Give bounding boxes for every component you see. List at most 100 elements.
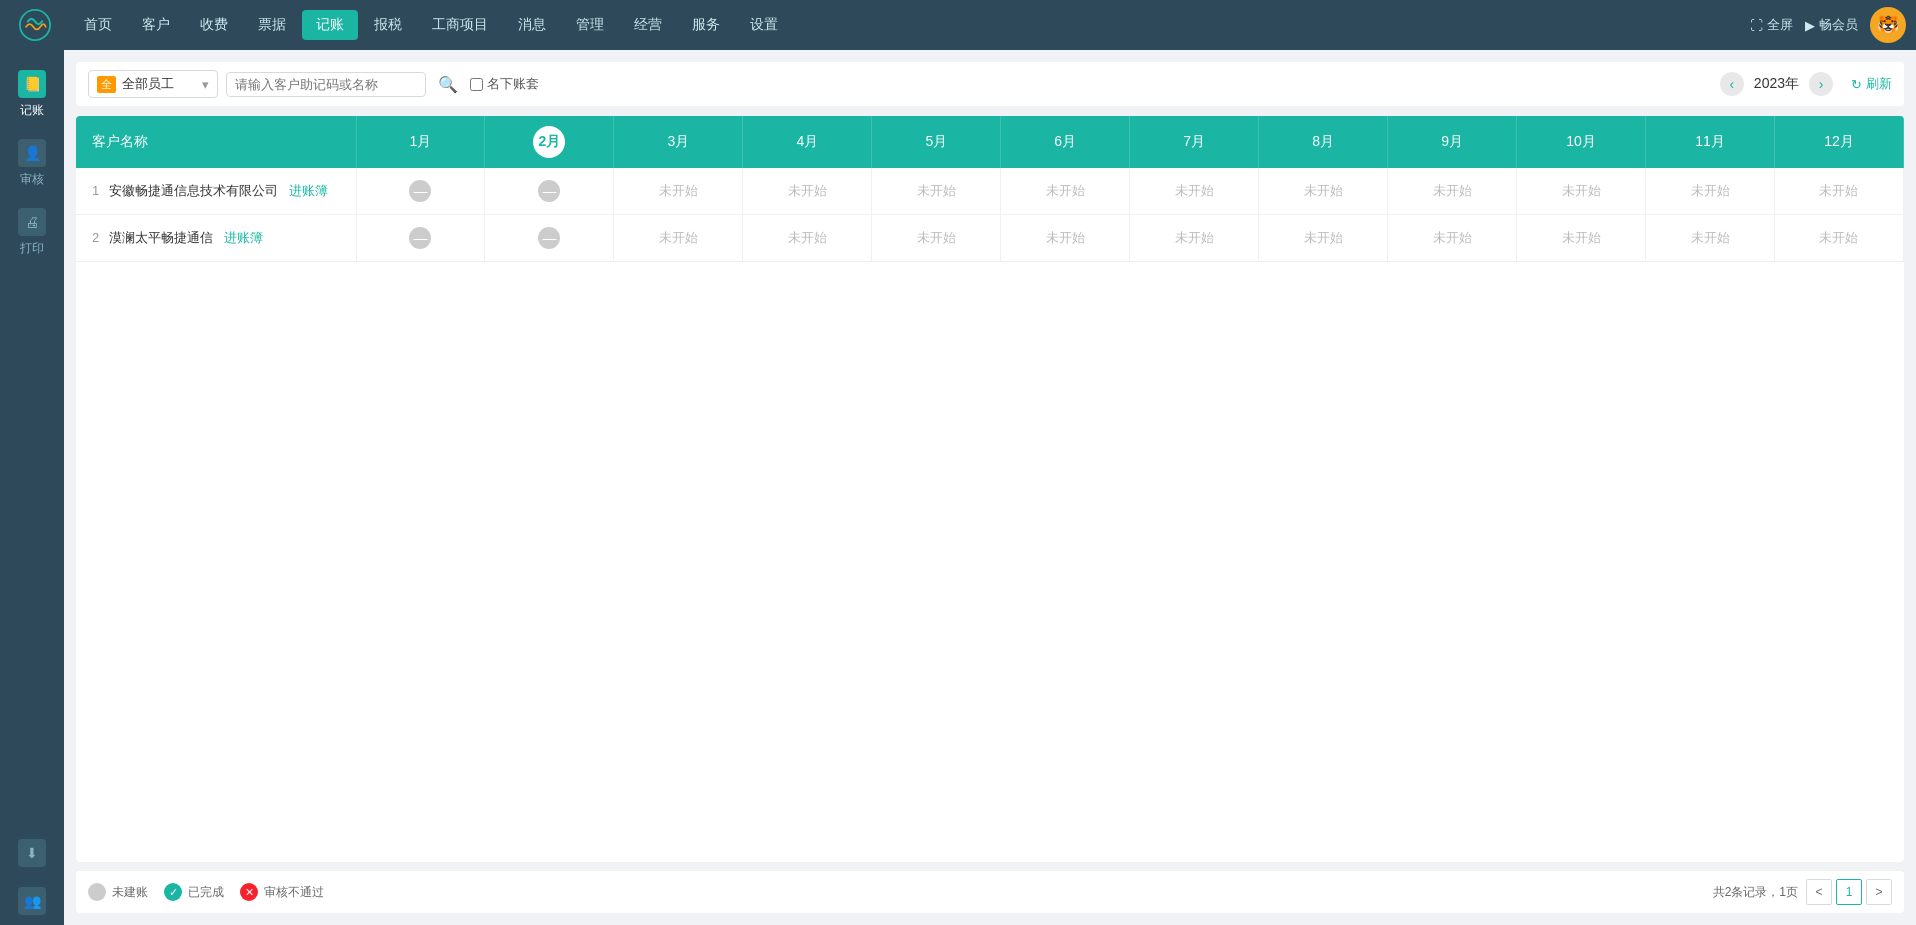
- sidebar-item-audit-label: 审核: [20, 171, 44, 188]
- sidebar: 📒 记账 👤 审核 🖨 打印 ⬇ 👥: [0, 50, 64, 925]
- nav-message[interactable]: 消息: [504, 10, 560, 40]
- nav-settings[interactable]: 设置: [736, 10, 792, 40]
- row2-index: 2: [92, 230, 99, 245]
- row1-nov-status: 未开始: [1691, 183, 1730, 198]
- app-logo: [10, 5, 60, 45]
- row1-aug-status: 未开始: [1304, 183, 1343, 198]
- sidebar-item-audit[interactable]: 👤 审核: [0, 129, 64, 198]
- col-mar: 3月: [614, 116, 743, 168]
- col-jan: 1月: [356, 116, 485, 168]
- employee-select[interactable]: 全 全部员工 ▾: [88, 70, 218, 98]
- sidebar-item-print[interactable]: 🖨 打印: [0, 198, 64, 267]
- row1-jul-status: 未开始: [1175, 183, 1214, 198]
- employee-label: 全部员工: [122, 75, 174, 93]
- sidebar-item-accounting-label: 记账: [20, 102, 44, 119]
- checkbox-label-mine[interactable]: 名下账套: [470, 75, 539, 93]
- nav-tax[interactable]: 报税: [360, 10, 416, 40]
- sidebar-item-download[interactable]: ⬇: [0, 829, 64, 877]
- nav-service[interactable]: 服务: [678, 10, 734, 40]
- row1-name-cell: 1 安徽畅捷通信息技术有限公司 进账簿: [76, 168, 356, 215]
- total-records-text: 共2条记录，1页: [1713, 884, 1798, 901]
- next-year-button[interactable]: ›: [1809, 72, 1833, 96]
- legend-not-built-label: 未建账: [112, 884, 148, 901]
- table-row: 2 漠澜太平畅捷通信 进账簿 未开始 未开始 未开始 未开始 未开始 未开始: [76, 215, 1904, 262]
- sidebar-item-users[interactable]: 👥: [0, 877, 64, 925]
- member-button[interactable]: ▶ 畅会员: [1805, 16, 1858, 34]
- row2-jun-status: 未开始: [1046, 230, 1085, 245]
- search-button[interactable]: 🔍: [434, 71, 462, 98]
- row2-apr-status: 未开始: [788, 230, 827, 245]
- nav-home[interactable]: 首页: [70, 10, 126, 40]
- row2-feb-status: [538, 227, 560, 249]
- row1-index: 1: [92, 183, 99, 198]
- fullscreen-icon: ⛶: [1750, 18, 1763, 33]
- legend-rejected-label: 审核不通过: [264, 884, 324, 901]
- col-jul: 7月: [1130, 116, 1259, 168]
- nav-items: 首页 客户 收费 票据 记账 报税 工商项目 消息 管理 经营 服务 设置: [70, 10, 1750, 40]
- row2-jun: 未开始: [1001, 215, 1130, 262]
- table-header-row: 客户名称 1月 2月 3月 4月 5月 6月 7月 8月 9月: [76, 116, 1904, 168]
- dropdown-arrow-icon: ▾: [202, 77, 209, 92]
- row2-jan: [356, 215, 485, 262]
- row2-mar-status: 未开始: [659, 230, 698, 245]
- row1-may-status: 未开始: [917, 183, 956, 198]
- pagination: < 1 >: [1806, 879, 1892, 905]
- prev-year-button[interactable]: ‹: [1720, 72, 1744, 96]
- table-scroll-area[interactable]: 客户名称 1月 2月 3月 4月 5月 6月 7月 8月 9月: [76, 116, 1904, 262]
- checkbox-text: 名下账套: [487, 75, 539, 93]
- nav-invoice[interactable]: 票据: [244, 10, 300, 40]
- refresh-button[interactable]: ↻ 刷新: [1851, 75, 1892, 93]
- col-sep: 9月: [1388, 116, 1517, 168]
- users-icon: 👥: [18, 887, 46, 915]
- content-area: 全 全部员工 ▾ 🔍 名下账套 ‹ 2023年 › ↻ 刷新: [64, 50, 1916, 925]
- sidebar-bottom: ⬇ 👥: [0, 829, 64, 925]
- row2-aug-status: 未开始: [1304, 230, 1343, 245]
- nav-operation[interactable]: 经营: [620, 10, 676, 40]
- legend-not-built: 未建账: [88, 883, 148, 901]
- col-nov: 11月: [1646, 116, 1775, 168]
- col-feb: 2月: [485, 116, 614, 168]
- row1-jun-status: 未开始: [1046, 183, 1085, 198]
- member-label: 畅会员: [1819, 16, 1858, 34]
- row1-jul: 未开始: [1130, 168, 1259, 215]
- col-apr: 4月: [743, 116, 872, 168]
- current-page-button[interactable]: 1: [1836, 879, 1862, 905]
- nav-business[interactable]: 工商项目: [418, 10, 502, 40]
- mine-checkbox[interactable]: [470, 78, 483, 91]
- employee-tag: 全: [97, 76, 116, 93]
- prev-page-button[interactable]: <: [1806, 879, 1832, 905]
- row1-oct-status: 未开始: [1562, 183, 1601, 198]
- year-navigation: ‹ 2023年 ›: [1720, 72, 1833, 96]
- row2-oct: 未开始: [1517, 215, 1646, 262]
- search-input[interactable]: [226, 72, 426, 97]
- row1-aug: 未开始: [1259, 168, 1388, 215]
- row2-jan-status: [409, 227, 431, 249]
- sidebar-item-accounting[interactable]: 📒 记账: [0, 60, 64, 129]
- row1-enter-link[interactable]: 进账簿: [289, 183, 328, 198]
- nav-right: ⛶ 全屏 ▶ 畅会员 🐯: [1750, 7, 1906, 43]
- nav-customer[interactable]: 客户: [128, 10, 184, 40]
- toolbar: 全 全部员工 ▾ 🔍 名下账套 ‹ 2023年 › ↻ 刷新: [76, 62, 1904, 106]
- row2-nov: 未开始: [1646, 215, 1775, 262]
- refresh-icon: ↻: [1851, 77, 1862, 92]
- nav-manage[interactable]: 管理: [562, 10, 618, 40]
- legend-red-dot: [240, 883, 258, 901]
- row2-enter-link[interactable]: 进账簿: [224, 230, 263, 245]
- legend-completed-label: 已完成: [188, 884, 224, 901]
- next-page-button[interactable]: >: [1866, 879, 1892, 905]
- row1-oct: 未开始: [1517, 168, 1646, 215]
- fullscreen-button[interactable]: ⛶ 全屏: [1750, 16, 1793, 34]
- row2-company-name: 漠澜太平畅捷通信: [109, 230, 213, 245]
- user-avatar[interactable]: 🐯: [1870, 7, 1906, 43]
- nav-fee[interactable]: 收费: [186, 10, 242, 40]
- col-dec: 12月: [1774, 116, 1903, 168]
- year-label: 2023年: [1754, 75, 1799, 93]
- accounting-icon: 📒: [18, 70, 46, 98]
- footer-right: 共2条记录，1页 < 1 >: [1713, 879, 1892, 905]
- nav-accounting[interactable]: 记账: [302, 10, 358, 40]
- data-table-wrapper: 客户名称 1月 2月 3月 4月 5月 6月 7月 8月 9月: [76, 116, 1904, 862]
- row1-apr-status: 未开始: [788, 183, 827, 198]
- table-footer: 未建账 已完成 审核不通过 共2条记录，1页 < 1 >: [76, 870, 1904, 913]
- row1-dec: 未开始: [1774, 168, 1903, 215]
- col-oct: 10月: [1517, 116, 1646, 168]
